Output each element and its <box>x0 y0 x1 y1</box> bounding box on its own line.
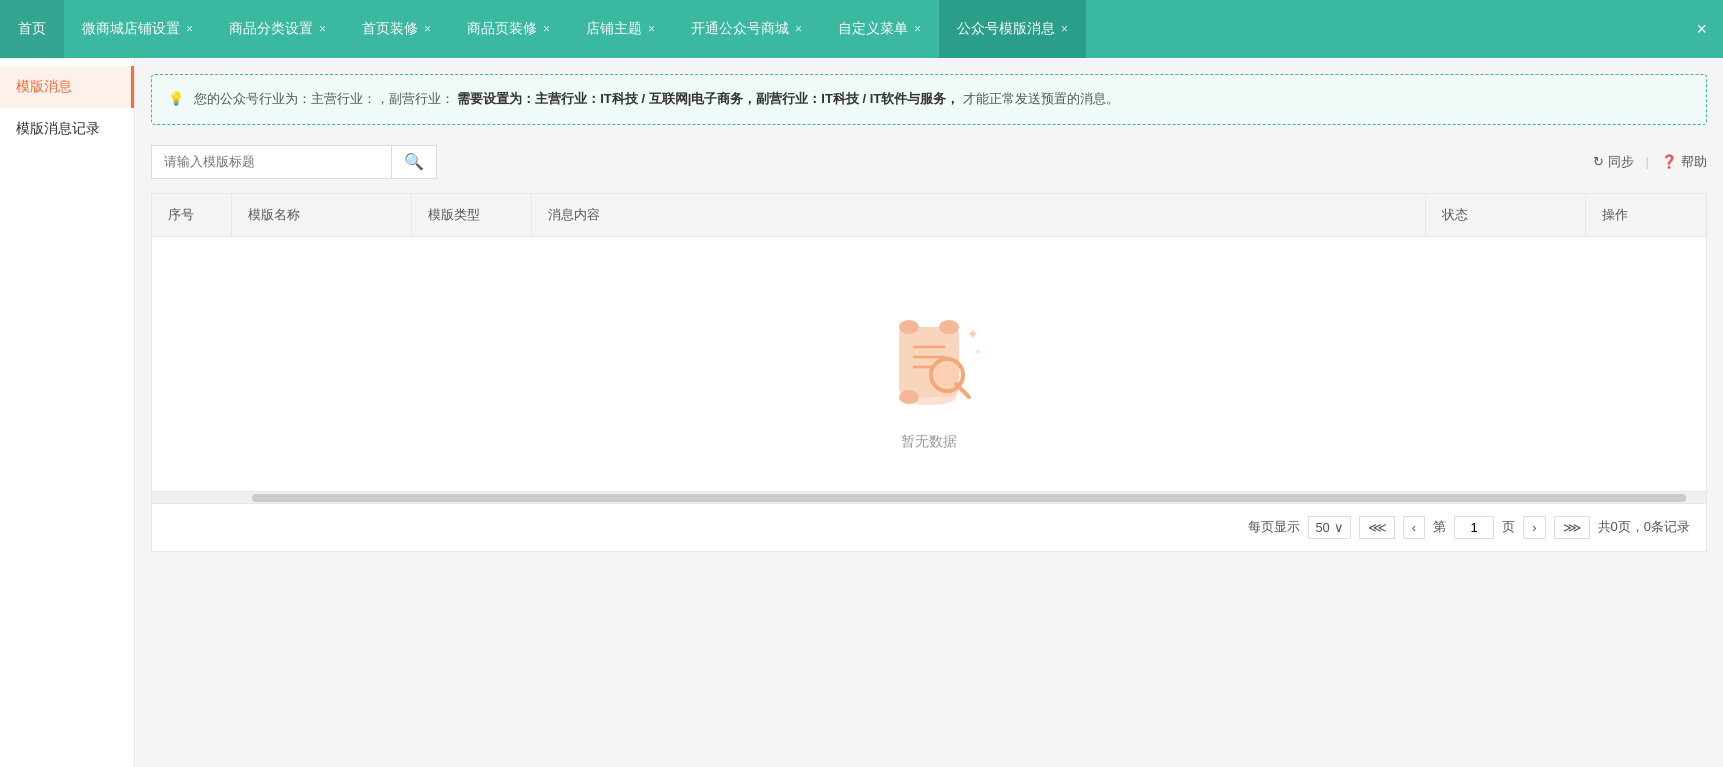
table-wrapper: 序号 模版名称 模版类型 消息内容 状态 操作 <box>151 193 1707 552</box>
svg-text:✦: ✦ <box>967 326 979 342</box>
col-name: 模版名称 <box>232 194 412 236</box>
nav-item-wechat-shop[interactable]: 微商城店铺设置 × <box>64 0 211 58</box>
scrollbar[interactable] <box>152 491 1706 503</box>
close-shop-theme[interactable]: × <box>648 22 655 36</box>
next-page-button[interactable]: › <box>1523 516 1545 539</box>
sidebar-label-template-record: 模版消息记录 <box>16 120 100 136</box>
col-index: 序号 <box>152 194 232 236</box>
first-page-button[interactable]: ⋘ <box>1359 516 1395 539</box>
empty-illustration: ✦ ✦ <box>869 297 989 417</box>
sync-icon: ↻ <box>1593 154 1604 169</box>
page-label-post: 页 <box>1502 518 1515 536</box>
empty-state: ✦ ✦ 暂无数据 <box>152 237 1706 491</box>
nav-item-home[interactable]: 首页 <box>0 0 64 58</box>
search-left: 🔍 <box>151 145 437 179</box>
nav-item-homepage-decor[interactable]: 首页装修 × <box>344 0 449 58</box>
nav-label-shop-theme: 店铺主题 <box>586 20 642 38</box>
nav-item-product-decor[interactable]: 商品页装修 × <box>449 0 568 58</box>
nav-label-home: 首页 <box>18 20 46 38</box>
page-total: 共0页，0条记录 <box>1598 518 1690 536</box>
search-icon: 🔍 <box>404 153 424 170</box>
nav-label-custom-menu: 自定义菜单 <box>838 20 908 38</box>
svg-point-3 <box>899 390 919 404</box>
page-size-chevron: ∨ <box>1334 520 1344 535</box>
nav-item-product-category[interactable]: 商品分类设置 × <box>211 0 344 58</box>
nav-label-template-msg: 公众号模版消息 <box>957 20 1055 38</box>
content-area: 💡 您的公众号行业为：主营行业：，副营行业： 需要设置为：主营行业：IT科技 /… <box>135 58 1723 767</box>
sidebar-item-template-record[interactable]: 模版消息记录 <box>0 108 134 150</box>
search-button[interactable]: 🔍 <box>391 145 437 179</box>
search-bar: 🔍 ↻ 同步 | ❓ 帮助 <box>151 145 1707 179</box>
notice-highlight: 需要设置为：主营行业：IT科技 / 互联网|电子商务，副营行业：IT科技 / I… <box>457 91 959 106</box>
help-label: 帮助 <box>1681 153 1707 171</box>
notice-prefix: 您的公众号行业为：主营行业：，副营行业： <box>194 91 454 106</box>
svg-point-2 <box>939 320 959 334</box>
help-icon: ❓ <box>1661 154 1677 169</box>
notice-box: 💡 您的公众号行业为：主营行业：，副营行业： 需要设置为：主营行业：IT科技 /… <box>151 74 1707 125</box>
close-custom-menu[interactable]: × <box>914 22 921 36</box>
page-size-select[interactable]: 50 ∨ <box>1308 516 1350 539</box>
notice-suffix: 才能正常发送预置的消息。 <box>963 91 1119 106</box>
nav-label-wechat-shop: 微商城店铺设置 <box>82 20 180 38</box>
nav-label-product-category: 商品分类设置 <box>229 20 313 38</box>
svg-point-1 <box>899 320 919 334</box>
close-product-category[interactable]: × <box>319 22 326 36</box>
search-right: ↻ 同步 | ❓ 帮助 <box>1593 153 1707 171</box>
page-size-label: 每页显示 <box>1248 518 1300 536</box>
divider: | <box>1646 154 1649 169</box>
sidebar: 模版消息 模版消息记录 <box>0 58 135 767</box>
sync-button[interactable]: ↻ 同步 <box>1593 153 1634 171</box>
page-label-pre: 第 <box>1433 518 1446 536</box>
prev-page-button[interactable]: ‹ <box>1403 516 1425 539</box>
close-open-mall[interactable]: × <box>795 22 802 36</box>
col-type: 模版类型 <box>412 194 532 236</box>
nav-item-shop-theme[interactable]: 店铺主题 × <box>568 0 673 58</box>
notice-icon: 💡 <box>168 91 184 106</box>
nav-label-open-mall: 开通公众号商城 <box>691 20 789 38</box>
close-template-msg[interactable]: × <box>1061 22 1068 36</box>
close-product-decor[interactable]: × <box>543 22 550 36</box>
close-all-button[interactable]: × <box>1680 19 1723 40</box>
last-page-button[interactable]: ⋙ <box>1554 516 1590 539</box>
empty-text: 暂无数据 <box>901 433 957 451</box>
scrollbar-thumb[interactable] <box>252 494 1686 502</box>
page-size-value: 50 <box>1315 520 1329 535</box>
svg-point-9 <box>935 363 959 387</box>
close-homepage-decor[interactable]: × <box>424 22 431 36</box>
nav-item-custom-menu[interactable]: 自定义菜单 × <box>820 0 939 58</box>
sidebar-label-template-message: 模版消息 <box>16 78 72 94</box>
help-button[interactable]: ❓ 帮助 <box>1661 153 1707 171</box>
nav-label-homepage-decor: 首页装修 <box>362 20 418 38</box>
close-wechat-shop[interactable]: × <box>186 22 193 36</box>
col-status: 状态 <box>1426 194 1586 236</box>
nav-item-template-msg[interactable]: 公众号模版消息 × <box>939 0 1086 58</box>
nav-item-open-mall[interactable]: 开通公众号商城 × <box>673 0 820 58</box>
page-number-input[interactable] <box>1454 516 1494 539</box>
top-navigation: 首页 微商城店铺设置 × 商品分类设置 × 首页装修 × 商品页装修 × 店铺主… <box>0 0 1723 58</box>
col-content: 消息内容 <box>532 194 1426 236</box>
search-input[interactable] <box>151 145 391 179</box>
table-header: 序号 模版名称 模版类型 消息内容 状态 操作 <box>152 194 1706 237</box>
col-action: 操作 <box>1586 194 1706 236</box>
svg-text:✦: ✦ <box>974 347 982 357</box>
main-layout: 模版消息 模版消息记录 💡 您的公众号行业为：主营行业：，副营行业： 需要设置为… <box>0 58 1723 767</box>
pagination: 每页显示 50 ∨ ⋘ ‹ 第 页 › ⋙ 共0页，0条记录 <box>152 503 1706 551</box>
nav-label-product-decor: 商品页装修 <box>467 20 537 38</box>
sync-label: 同步 <box>1608 153 1634 171</box>
sidebar-item-template-message[interactable]: 模版消息 <box>0 66 134 108</box>
